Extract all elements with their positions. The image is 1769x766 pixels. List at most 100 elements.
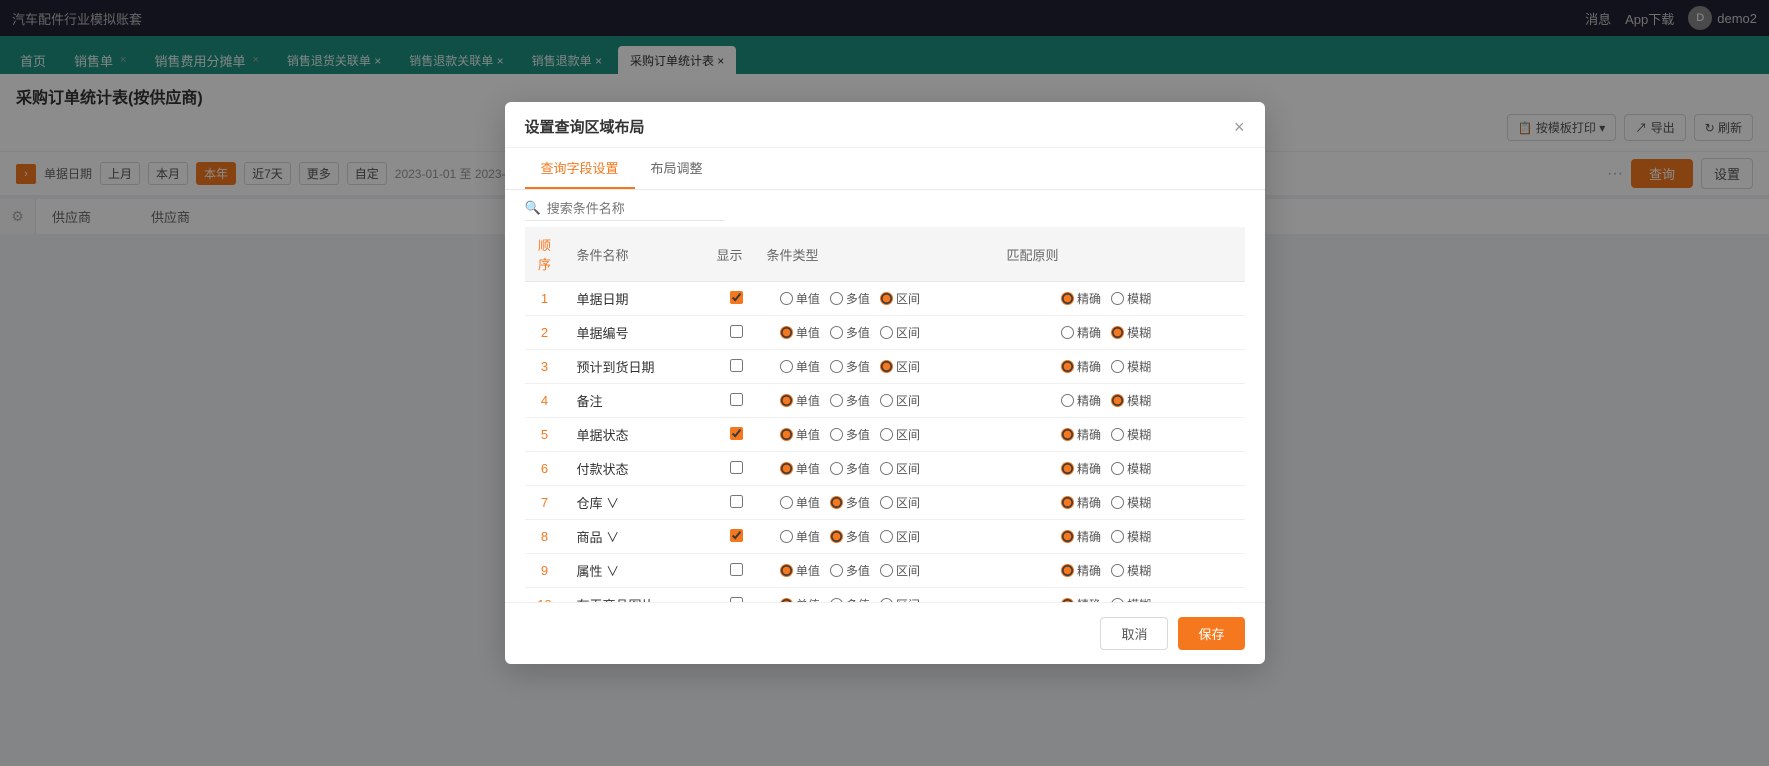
radio-type-range[interactable]: 区间 (880, 358, 920, 375)
cell-match[interactable]: 精确模糊 (1049, 554, 1244, 588)
cell-match[interactable]: 精确 模糊 (1049, 588, 1244, 603)
cell-type[interactable]: 单值多值区间 (768, 452, 1049, 486)
cell-match[interactable]: 精确模糊 (1049, 350, 1244, 384)
cell-display[interactable] (705, 282, 768, 316)
cell-type[interactable]: 单值 多值 区间 (768, 588, 1049, 603)
cell-type[interactable]: 单值多值区间 (768, 282, 1049, 316)
cell-type[interactable]: 单值多值区间 (768, 384, 1049, 418)
radio-type-single[interactable]: 单值 (780, 528, 820, 545)
display-checkbox[interactable] (730, 359, 743, 372)
radio-type-range[interactable]: 区间 (880, 562, 920, 579)
radio-match-fuzzy[interactable]: 模糊 (1111, 290, 1151, 307)
cell-order: 5 (525, 418, 565, 452)
cell-type[interactable]: 单值多值区间 (768, 418, 1049, 452)
radio-match-exact[interactable]: 精确 (1061, 426, 1101, 443)
radio-match-exact[interactable]: 精确 (1061, 460, 1101, 477)
radio-match-fuzzy[interactable]: 模糊 (1111, 358, 1151, 375)
radio-type-single[interactable]: 单值 (780, 426, 820, 443)
radio-match-fuzzy[interactable]: 模糊 (1111, 596, 1151, 602)
cell-display[interactable] (705, 452, 768, 486)
radio-type-multi[interactable]: 多值 (830, 392, 870, 409)
radio-match-fuzzy[interactable]: 模糊 (1111, 494, 1151, 511)
radio-type-multi[interactable]: 多值 (830, 460, 870, 477)
radio-match-exact[interactable]: 精确 (1061, 528, 1101, 545)
display-checkbox[interactable] (730, 597, 743, 603)
radio-type-multi[interactable]: 多值 (830, 528, 870, 545)
radio-type-range[interactable]: 区间 (880, 426, 920, 443)
cell-match[interactable]: 精确模糊 (1049, 486, 1244, 520)
cell-display[interactable] (705, 520, 768, 554)
radio-type-range[interactable]: 区间 (880, 392, 920, 409)
cell-name: 备注 (565, 384, 705, 418)
radio-type-single[interactable]: 单值 (780, 290, 820, 307)
radio-type-multi[interactable]: 多值 (830, 358, 870, 375)
cell-display[interactable] (705, 554, 768, 588)
cell-type[interactable]: 单值多值区间 (768, 316, 1049, 350)
radio-type-single[interactable]: 单值 (780, 562, 820, 579)
radio-match-fuzzy[interactable]: 模糊 (1111, 324, 1151, 341)
radio-match-exact[interactable]: 精确 (1061, 358, 1101, 375)
cell-display[interactable] (705, 418, 768, 452)
tab-query-fields[interactable]: 查询字段设置 (525, 148, 635, 189)
radio-match-exact[interactable]: 精确 (1061, 392, 1101, 409)
radio-type-multi[interactable]: 多值 (830, 324, 870, 341)
radio-type-multi[interactable]: 多值 (830, 596, 870, 602)
cell-display[interactable] (705, 350, 768, 384)
cell-match[interactable]: 精确模糊 (1049, 520, 1244, 554)
display-checkbox[interactable] (730, 325, 743, 338)
display-checkbox[interactable] (730, 529, 743, 542)
cancel-button[interactable]: 取消 (1100, 617, 1168, 650)
radio-type-single[interactable]: 单值 (780, 392, 820, 409)
radio-type-single[interactable]: 单值 (780, 460, 820, 477)
cell-match[interactable]: 精确模糊 (1049, 384, 1244, 418)
cell-type[interactable]: 单值多值区间 (768, 350, 1049, 384)
radio-type-range[interactable]: 区间 (880, 596, 920, 602)
cell-match[interactable]: 精确模糊 (1049, 282, 1244, 316)
cell-match[interactable]: 精确模糊 (1049, 316, 1244, 350)
radio-match-fuzzy[interactable]: 模糊 (1111, 460, 1151, 477)
radio-type-single[interactable]: 单值 (780, 358, 820, 375)
radio-type-range[interactable]: 区间 (880, 290, 920, 307)
display-checkbox[interactable] (730, 461, 743, 474)
radio-match-exact[interactable]: 精确 (1061, 596, 1101, 602)
cell-display[interactable] (705, 384, 768, 418)
cell-match[interactable]: 精确模糊 (1049, 452, 1244, 486)
radio-type-single[interactable]: 单值 (780, 324, 820, 341)
radio-match-exact[interactable]: 精确 (1061, 562, 1101, 579)
radio-match-exact[interactable]: 精确 (1061, 324, 1101, 341)
display-checkbox[interactable] (730, 291, 743, 304)
radio-type-range[interactable]: 区间 (880, 528, 920, 545)
radio-match-fuzzy[interactable]: 模糊 (1111, 426, 1151, 443)
save-button[interactable]: 保存 (1178, 617, 1244, 650)
display-checkbox[interactable] (730, 495, 743, 508)
cell-type[interactable]: 单值多值区间 (768, 520, 1049, 554)
cell-type[interactable]: 单值多值区间 (768, 554, 1049, 588)
display-checkbox[interactable] (730, 427, 743, 440)
tab-layout-adjust[interactable]: 布局调整 (635, 148, 719, 189)
radio-match-exact[interactable]: 精确 (1061, 290, 1101, 307)
radio-type-multi[interactable]: 多值 (830, 494, 870, 511)
radio-type-single[interactable]: 单值 (780, 494, 820, 511)
radio-type-multi[interactable]: 多值 (830, 562, 870, 579)
search-input[interactable] (547, 201, 707, 216)
cell-type[interactable]: 单值多值区间 (768, 486, 1049, 520)
radio-type-range[interactable]: 区间 (880, 324, 920, 341)
dialog-close-button[interactable]: × (1234, 118, 1245, 136)
cell-display[interactable] (705, 316, 768, 350)
radio-match-exact[interactable]: 精确 (1061, 494, 1101, 511)
radio-match-fuzzy[interactable]: 模糊 (1111, 528, 1151, 545)
radio-type-range[interactable]: 区间 (880, 460, 920, 477)
radio-match-fuzzy[interactable]: 模糊 (1111, 562, 1151, 579)
cell-match[interactable]: 精确模糊 (1049, 418, 1244, 452)
display-checkbox[interactable] (730, 393, 743, 406)
radio-match-fuzzy[interactable]: 模糊 (1111, 392, 1151, 409)
radio-type-multi[interactable]: 多值 (830, 426, 870, 443)
table-row: 1单据日期单值多值区间精确模糊 (525, 282, 1245, 316)
radio-type-multi[interactable]: 多值 (830, 290, 870, 307)
cell-name: 有无商品图片 (565, 588, 705, 603)
radio-type-range[interactable]: 区间 (880, 494, 920, 511)
cell-display[interactable] (705, 486, 768, 520)
radio-type-single[interactable]: 单值 (780, 596, 820, 602)
display-checkbox[interactable] (730, 563, 743, 576)
cell-display[interactable] (705, 588, 768, 603)
